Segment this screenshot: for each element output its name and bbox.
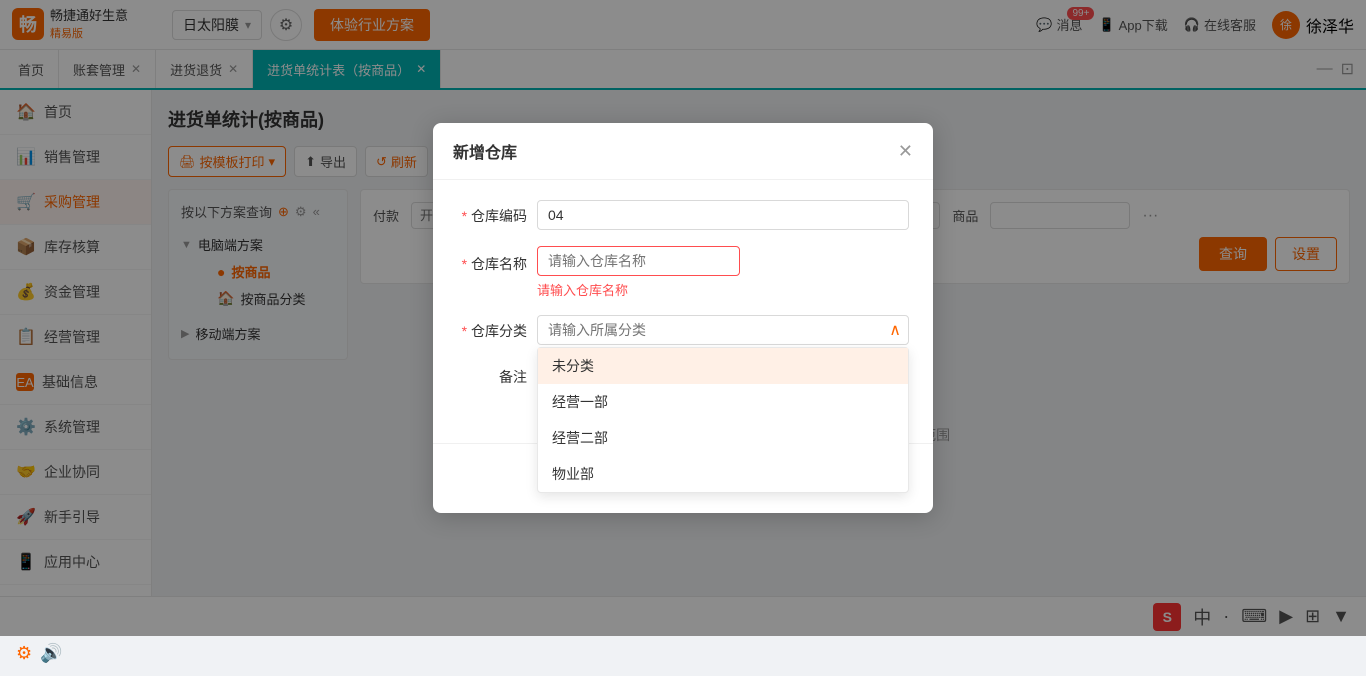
dropdown-option-dept1[interactable]: 经营一部 [538,384,908,420]
dialog-body: * 仓库编码 * 仓库名称 请输入仓库名称 * 仓库分类 [433,180,933,443]
form-row-name: * 仓库名称 请输入仓库名称 [457,246,909,299]
category-dropdown-arrow-icon[interactable]: ∧ [889,320,901,340]
warehouse-name-input[interactable] [537,246,740,276]
form-row-category: * 仓库分类 ∧ 未分类 经营一部 经营二部 物业部 [457,315,909,345]
dialog-header: 新增仓库 ✕ [433,123,933,180]
category-required-mark: * [462,323,467,339]
dialog-close-icon[interactable]: ✕ [898,141,913,162]
category-select-input[interactable] [537,315,909,345]
dropdown-option-property[interactable]: 物业部 [538,456,908,492]
name-required-mark: * [462,256,467,272]
name-label: * 仓库名称 [457,248,537,274]
code-label: * 仓库编码 [457,200,537,226]
sidebar-bottom: ⚙ 🔊 [0,630,151,676]
category-label: * 仓库分类 [457,315,537,341]
remark-label: 备注 [457,361,537,387]
speaker-icon[interactable]: 🔊 [40,643,62,664]
dialog-title: 新增仓库 [453,139,517,163]
dropdown-option-unclassified[interactable]: 未分类 [538,348,908,384]
category-dropdown-list: 未分类 经营一部 经营二部 物业部 [537,347,909,493]
name-error-message: 请输入仓库名称 [537,280,628,299]
settings-bottom-icon[interactable]: ⚙ [16,643,32,664]
code-required-mark: * [462,208,467,224]
add-warehouse-dialog: 新增仓库 ✕ * 仓库编码 * 仓库名称 请输入仓库名称 [433,123,933,513]
form-row-code: * 仓库编码 [457,200,909,230]
category-select-wrap: ∧ 未分类 经营一部 经营二部 物业部 [537,315,909,345]
dropdown-option-dept2[interactable]: 经营二部 [538,420,908,456]
warehouse-code-input[interactable] [537,200,909,230]
